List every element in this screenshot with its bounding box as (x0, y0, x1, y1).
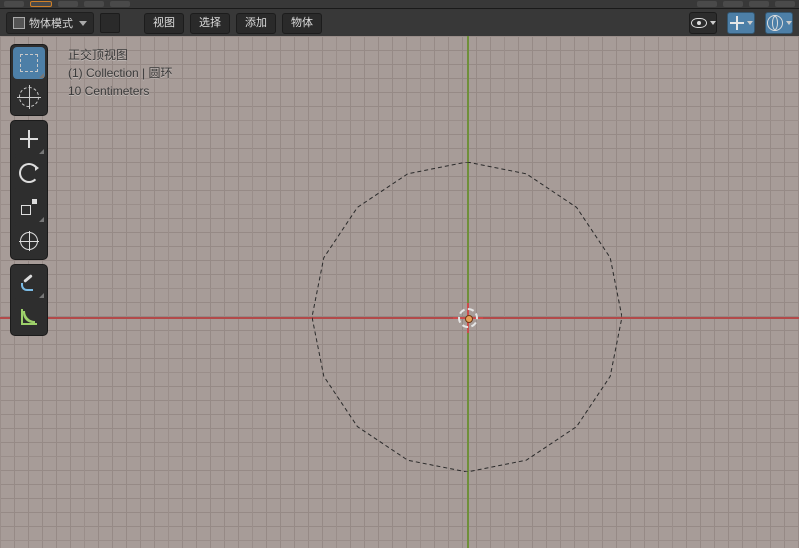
chevron-down-icon (79, 21, 87, 26)
top-mode-strip (0, 0, 799, 9)
tool-group-transform (10, 120, 48, 260)
select-mode-vertex[interactable] (100, 13, 120, 33)
tool-scale[interactable] (13, 191, 45, 223)
tool-cursor[interactable] (13, 81, 45, 113)
tool-group-select (10, 44, 48, 116)
menu-select[interactable]: 选择 (190, 13, 230, 34)
gizmo-dropdown[interactable] (727, 12, 755, 34)
mode-label: 物体模式 (29, 15, 73, 31)
annotate-icon (21, 275, 37, 291)
orientation-chip[interactable] (697, 1, 717, 7)
transform-icon (20, 232, 38, 250)
tool-column (10, 44, 48, 336)
move-icon (20, 130, 38, 148)
tool-rotate[interactable] (13, 157, 45, 189)
select-box-icon (20, 54, 38, 72)
gizmo-icon (730, 16, 744, 30)
view-name: 正交顶视图 (68, 46, 172, 64)
tool-select-box[interactable] (13, 47, 45, 79)
visibility-dropdown[interactable] (689, 12, 717, 34)
overlays-dropdown[interactable] (765, 12, 793, 34)
menu-add[interactable]: 添加 (236, 13, 276, 34)
mode-chip[interactable] (84, 1, 104, 7)
proportional-chip[interactable] (775, 1, 795, 7)
tool-group-annotate (10, 264, 48, 336)
select-mode-segment (100, 13, 122, 33)
mesh-ring[interactable] (312, 162, 622, 472)
menu-object[interactable]: 物体 (282, 13, 322, 34)
scale-icon (21, 199, 37, 215)
viewport-header: 物体模式 视图 选择 添加 物体 (0, 9, 799, 38)
cursor-icon (19, 87, 39, 107)
collection-line: (1) Collection | 圆环 (68, 64, 172, 82)
globe-icon (767, 15, 783, 31)
measure-icon (21, 309, 37, 325)
mode-chip-active[interactable] (30, 1, 52, 7)
snap-chip[interactable] (749, 1, 769, 7)
menu-view[interactable]: 视图 (144, 13, 184, 34)
grid-scale: 10 Centimeters (68, 82, 172, 100)
mode-chip[interactable] (4, 1, 24, 7)
eye-icon (691, 18, 707, 28)
mode-chip[interactable] (58, 1, 78, 7)
tool-move[interactable] (13, 123, 45, 155)
pivot-chip[interactable] (723, 1, 743, 7)
tool-measure[interactable] (13, 301, 45, 333)
viewport-3d[interactable]: 正交顶视图 (1) Collection | 圆环 10 Centimeters (0, 36, 799, 548)
cube-icon (13, 17, 25, 29)
mode-dropdown[interactable]: 物体模式 (6, 12, 94, 34)
tool-transform[interactable] (13, 225, 45, 257)
tool-annotate[interactable] (13, 267, 45, 299)
mode-chip[interactable] (110, 1, 130, 7)
viewport-info: 正交顶视图 (1) Collection | 圆环 10 Centimeters (68, 46, 172, 100)
rotate-icon (19, 163, 39, 183)
